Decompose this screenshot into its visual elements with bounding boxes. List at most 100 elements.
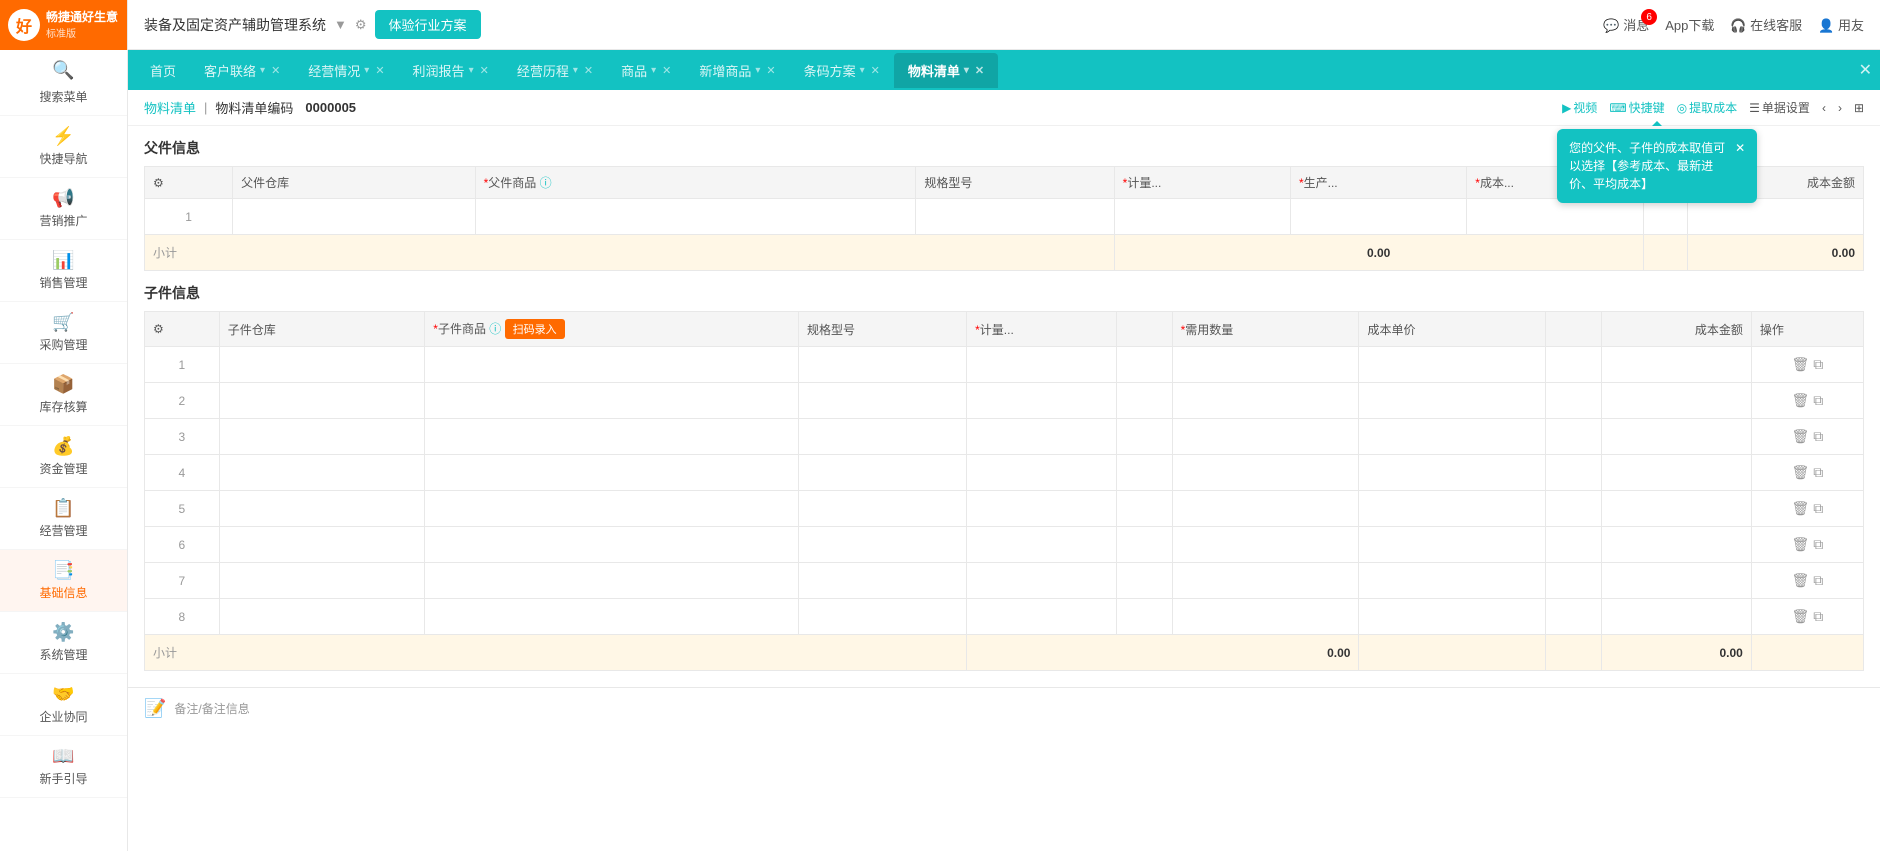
copy-icon[interactable]: ⧉ <box>1813 572 1823 589</box>
close-icon[interactable]: ✕ <box>584 64 593 77</box>
child-product-cell[interactable] <box>425 383 799 419</box>
settings-gear-icon[interactable]: ⚙ <box>153 322 164 336</box>
child-need-cell[interactable] <box>1172 347 1359 383</box>
parent-production-cell[interactable] <box>1290 199 1466 235</box>
delete-icon[interactable]: 🗑 <box>1792 392 1810 409</box>
child-need-cell[interactable] <box>1172 599 1359 635</box>
tab-home[interactable]: 首页 <box>136 53 190 88</box>
tooltip-close-icon[interactable]: ✕ <box>1735 139 1745 157</box>
child-cost-price-cell[interactable] <box>1359 419 1546 455</box>
delete-icon[interactable]: 🗑 <box>1792 428 1810 445</box>
child-cost-amount-cell[interactable] <box>1602 383 1751 419</box>
copy-icon[interactable]: ⧉ <box>1813 392 1823 409</box>
sidebar-item-guide[interactable]: 📖 新手引导 <box>0 736 127 798</box>
child-cost-price-cell[interactable] <box>1359 383 1546 419</box>
child-spec-cell[interactable] <box>798 527 966 563</box>
child-cost-amount-cell[interactable] <box>1602 563 1751 599</box>
child-spec-cell[interactable] <box>798 383 966 419</box>
tab-barcode[interactable]: 条码方案 ▾ ✕ <box>790 53 894 88</box>
copy-icon[interactable]: ⧉ <box>1813 356 1823 373</box>
child-cost-amount-cell[interactable] <box>1602 599 1751 635</box>
tab-history[interactable]: 经营历程 ▾ ✕ <box>503 53 607 88</box>
single-settings-btn[interactable]: ☰ 单据设置 <box>1749 99 1810 116</box>
child-need-cell[interactable] <box>1172 527 1359 563</box>
child-cost-price-cell[interactable] <box>1359 527 1546 563</box>
child-cost-price-cell[interactable] <box>1359 563 1546 599</box>
parent-cost-amount-cell[interactable] <box>1687 199 1863 235</box>
delete-icon[interactable]: 🗑 <box>1792 536 1810 553</box>
online-service-btn[interactable]: 🎧 在线客服 <box>1730 15 1802 34</box>
child-product-cell[interactable] <box>425 419 799 455</box>
child-cost-amount-cell[interactable] <box>1602 491 1751 527</box>
message-button[interactable]: 💬 6 消息 <box>1603 15 1649 34</box>
sidebar-item-system[interactable]: ⚙️ 系统管理 <box>0 612 127 674</box>
child-unit-cell[interactable] <box>967 491 1116 527</box>
sidebar-item-purchase[interactable]: 🛒 采购管理 <box>0 302 127 364</box>
settings-gear-icon[interactable]: ⚙ <box>153 176 164 190</box>
delete-icon[interactable]: 🗑 <box>1792 464 1810 481</box>
child-spec-cell[interactable] <box>798 599 966 635</box>
user-avatar[interactable]: 👤 用友 <box>1818 15 1864 34</box>
nav-prev-icon[interactable]: ‹ <box>1822 101 1826 115</box>
child-unit-cell[interactable] <box>967 347 1116 383</box>
sidebar-item-inventory[interactable]: 📦 库存核算 <box>0 364 127 426</box>
copy-icon[interactable]: ⧉ <box>1813 608 1823 625</box>
child-cost-price-cell[interactable] <box>1359 455 1546 491</box>
sidebar-item-sales[interactable]: 📊 销售管理 <box>0 240 127 302</box>
delete-icon[interactable]: 🗑 <box>1792 500 1810 517</box>
tab-profit[interactable]: 利润报告 ▾ ✕ <box>399 53 503 88</box>
child-product-cell[interactable] <box>425 455 799 491</box>
close-icon[interactable]: ✕ <box>375 64 384 77</box>
child-spec-cell[interactable] <box>798 455 966 491</box>
delete-icon[interactable]: 🗑 <box>1792 572 1810 589</box>
child-cost-price-cell[interactable] <box>1359 491 1546 527</box>
child-spec-cell[interactable] <box>798 491 966 527</box>
child-warehouse-cell[interactable] <box>219 455 425 491</box>
sidebar-item-finance[interactable]: 💰 资金管理 <box>0 426 127 488</box>
copy-icon[interactable]: ⧉ <box>1813 464 1823 481</box>
child-cost-price-cell[interactable] <box>1359 347 1546 383</box>
child-cost-amount-cell[interactable] <box>1602 455 1751 491</box>
tab-new-goods[interactable]: 新增商品 ▾ ✕ <box>685 53 789 88</box>
dropdown-icon[interactable]: ▼ <box>334 17 347 32</box>
child-cost-price-cell[interactable] <box>1359 599 1546 635</box>
child-warehouse-cell[interactable] <box>219 527 425 563</box>
parent-warehouse-cell[interactable] <box>233 199 475 235</box>
sidebar-item-quick-nav[interactable]: ⚡ 快捷导航 <box>0 116 127 178</box>
sidebar-item-basic-info[interactable]: 📑 基础信息 <box>0 550 127 612</box>
child-cost-amount-cell[interactable] <box>1602 419 1751 455</box>
child-unit-cell[interactable] <box>967 563 1116 599</box>
tab-goods[interactable]: 商品 ▾ ✕ <box>607 53 685 88</box>
breadcrumb-bom[interactable]: 物料清单 <box>144 98 196 117</box>
sidebar-item-search[interactable]: 🔍 搜索菜单 <box>0 50 127 116</box>
nav-next-icon[interactable]: › <box>1838 101 1842 115</box>
child-unit-cell[interactable] <box>967 599 1116 635</box>
parent-product-cell[interactable] <box>475 199 916 235</box>
extract-cost-btn[interactable]: ◎ 提取成本 <box>1677 99 1738 116</box>
delete-icon[interactable]: 🗑 <box>1792 608 1810 625</box>
app-download-btn[interactable]: App下载 <box>1665 15 1714 34</box>
close-icon[interactable]: ✕ <box>871 64 880 77</box>
tab-bom[interactable]: 物料清单 ▾ ✕ <box>894 53 998 88</box>
tab-operations-status[interactable]: 经营情况 ▾ ✕ <box>294 53 398 88</box>
child-product-cell[interactable] <box>425 599 799 635</box>
child-cost-amount-cell[interactable] <box>1602 527 1751 563</box>
child-need-cell[interactable] <box>1172 383 1359 419</box>
settings-gear-icon[interactable]: ⚙ <box>355 17 367 33</box>
close-icon[interactable]: ✕ <box>766 64 775 77</box>
shortcut-btn[interactable]: ⌨ 快捷键 <box>1609 99 1664 116</box>
child-cost-amount-cell[interactable] <box>1602 347 1751 383</box>
child-need-cell[interactable] <box>1172 491 1359 527</box>
sidebar-item-cooperation[interactable]: 🤝 企业协同 <box>0 674 127 736</box>
close-all-tabs-icon[interactable]: ✕ <box>1859 60 1872 80</box>
delete-icon[interactable]: 🗑 <box>1792 356 1810 373</box>
parent-unit-cell[interactable] <box>1114 199 1290 235</box>
child-warehouse-cell[interactable] <box>219 599 425 635</box>
child-product-cell[interactable] <box>425 491 799 527</box>
child-warehouse-cell[interactable] <box>219 419 425 455</box>
child-warehouse-cell[interactable] <box>219 563 425 599</box>
scan-input-btn[interactable]: 扫码录入 <box>505 319 565 339</box>
child-warehouse-cell[interactable] <box>219 347 425 383</box>
close-icon[interactable]: ✕ <box>662 64 671 77</box>
close-icon[interactable]: ✕ <box>480 64 489 77</box>
